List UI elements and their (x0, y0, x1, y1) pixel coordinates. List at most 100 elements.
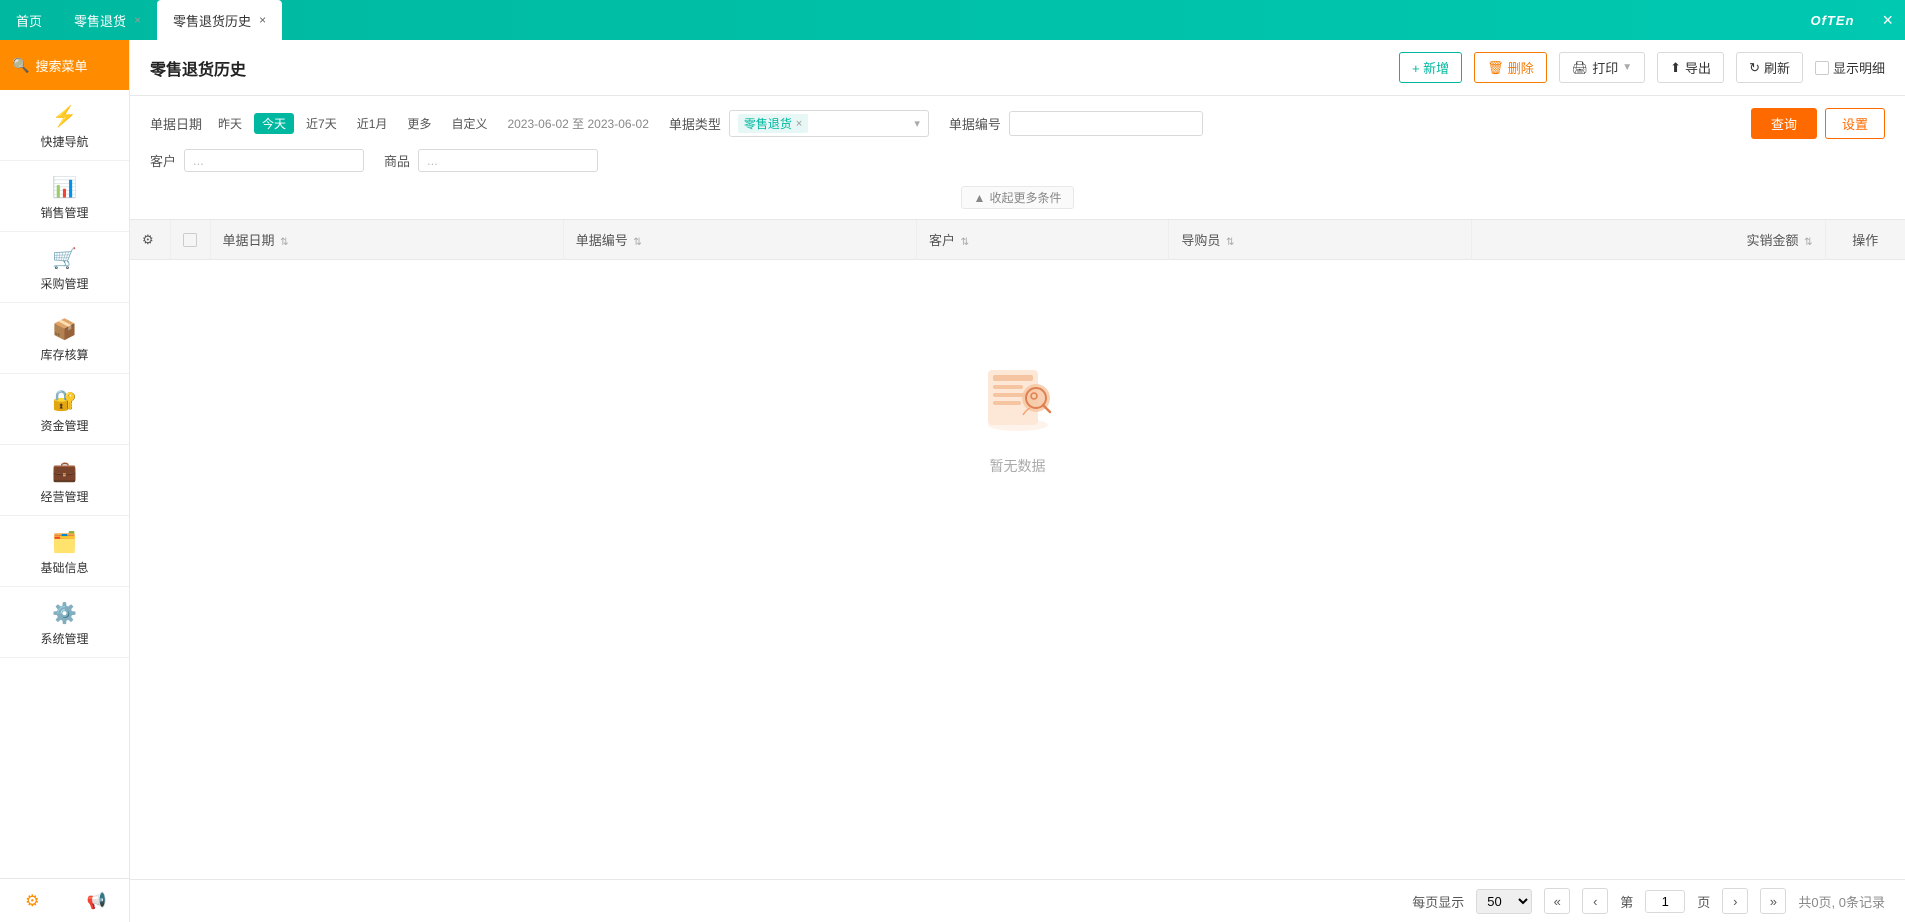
purchase-icon: 🛒 (52, 246, 77, 271)
th-checkbox[interactable] (170, 220, 210, 260)
filter-row-2: 客户 ... 商品 ... (150, 149, 1885, 172)
date-last7-button[interactable]: 近7天 (298, 113, 345, 134)
th-guide: 导购员 ⇅ (1169, 220, 1472, 260)
nav-icon: ⚡ (52, 104, 77, 129)
type-tag-remove[interactable]: × (796, 118, 802, 130)
empty-illustration (968, 340, 1068, 440)
date-sort-icon[interactable]: ⇅ (280, 237, 288, 248)
date-last-month-button[interactable]: 近1月 (349, 113, 396, 134)
th-amount: 实销金额 ⇅ (1472, 220, 1825, 260)
type-dropdown-arrow: ▾ (914, 117, 920, 130)
content-area: 零售退货历史 + 新增 🗑 删除 🖨 打印 ▼ ⬆ 导出 (130, 40, 1905, 922)
show-detail-checkbox[interactable] (1815, 61, 1829, 75)
customer-filter-input[interactable]: ... (184, 149, 364, 172)
sidebar-item-label: 基础信息 (40, 559, 88, 576)
date-filter-label: 单据日期 (150, 114, 202, 133)
date-range-display: 2023-06-02 至 2023-06-02 (507, 115, 648, 132)
sidebar-speaker-button[interactable]: 📢 (65, 879, 130, 922)
sidebar-item-quick-nav[interactable]: ⚡ 快捷导航 (0, 90, 129, 161)
first-page-button[interactable]: « (1544, 888, 1570, 914)
sidebar-item-inventory[interactable]: 📦 库存核算 (0, 303, 129, 374)
pagination-total: 共0页, 0条记录 (1798, 892, 1885, 911)
new-button[interactable]: + 新增 (1399, 52, 1462, 83)
table-header-row: ⚙ 单据日期 ⇅ 单据编号 ⇅ (130, 220, 1905, 260)
next-page-button[interactable]: › (1722, 888, 1748, 914)
page-number-input[interactable] (1645, 890, 1685, 913)
operation-icon: 💼 (52, 459, 77, 484)
sidebar-item-purchase[interactable]: 🛒 采购管理 (0, 232, 129, 303)
number-sort-icon[interactable]: ⇅ (633, 237, 641, 248)
empty-text: 暂无数据 (990, 456, 1046, 476)
goods-filter-input[interactable]: ... (418, 149, 598, 172)
type-tag-label: 零售退货 (744, 115, 792, 132)
goods-filter-group: 商品 ... (384, 149, 598, 172)
sidebar-settings-button[interactable]: ⚙ (0, 879, 65, 922)
refresh-button[interactable]: ↻ 刷新 (1736, 52, 1803, 83)
sidebar-item-basic[interactable]: 🗂️ 基础信息 (0, 516, 129, 587)
sidebar-search[interactable]: 搜索菜单 (0, 40, 129, 90)
customer-sort-icon[interactable]: ⇅ (961, 237, 969, 248)
type-tag-chip: 零售退货 × (738, 114, 808, 133)
doc-number-input[interactable] (1009, 111, 1203, 136)
sidebar-search-label: 搜索菜单 (35, 56, 87, 75)
page-size-label: 每页显示 (1412, 892, 1464, 911)
print-button[interactable]: 🖨 打印 ▼ (1559, 52, 1645, 83)
query-button[interactable]: 查询 (1751, 108, 1817, 139)
page-actions: + 新增 🗑 删除 🖨 打印 ▼ ⬆ 导出 ↻ 刷新 (1399, 52, 1885, 83)
prev-page-button[interactable]: ‹ (1582, 888, 1608, 914)
sidebar-item-system[interactable]: ⚙️ 系统管理 (0, 587, 129, 658)
collapse-label: 收起更多条件 (989, 189, 1061, 206)
sidebar-item-label: 资金管理 (40, 417, 88, 434)
finance-icon: 🔐 (52, 388, 77, 413)
customer-filter-group: 客户 ... (150, 149, 364, 172)
date-filter-group: 单据日期 昨天 今天 近7天 近1月 更多 自定义 2023-06-02 至 2… (150, 113, 649, 134)
collapse-button[interactable]: ▲ 收起更多条件 (961, 186, 1075, 209)
guide-sort-icon[interactable]: ⇅ (1226, 237, 1234, 248)
filter-settings-button[interactable]: 设置 (1825, 108, 1885, 139)
delete-button[interactable]: 🗑 删除 (1474, 52, 1547, 83)
page-unit: 页 (1697, 892, 1710, 911)
tab-home[interactable]: 首页 (0, 0, 58, 40)
tab-retail-return-history-close[interactable]: × (259, 13, 266, 27)
collapse-icon: ▲ (974, 191, 986, 205)
top-bar-right: OfTEn (1810, 13, 1870, 28)
th-settings[interactable]: ⚙ (130, 220, 170, 260)
date-more-button[interactable]: 更多 (399, 113, 439, 134)
inventory-icon: 📦 (52, 317, 77, 342)
page-size-select[interactable]: 10 20 50 100 (1476, 889, 1532, 914)
date-today-button[interactable]: 今天 (254, 113, 294, 134)
goods-filter-label: 商品 (384, 151, 410, 170)
tab-retail-return[interactable]: 零售退货 × (58, 0, 157, 40)
select-all-checkbox[interactable] (183, 233, 197, 247)
system-icon: ⚙️ (52, 601, 77, 626)
last-page-button[interactable]: » (1760, 888, 1786, 914)
type-filter-dropdown[interactable]: 零售退货 × ▾ (729, 110, 929, 137)
tab-retail-return-close[interactable]: × (134, 13, 141, 27)
sidebar-item-sales[interactable]: 📊 销售管理 (0, 161, 129, 232)
tab-retail-return-history[interactable]: 零售退货历史 × (157, 0, 282, 40)
basic-icon: 🗂️ (52, 530, 77, 555)
sidebar-item-label: 快捷导航 (40, 133, 88, 150)
sidebar-item-label: 销售管理 (40, 204, 88, 221)
date-yesterday-button[interactable]: 昨天 (210, 113, 250, 134)
sidebar-item-operation[interactable]: 💼 经营管理 (0, 445, 129, 516)
sidebar-item-finance[interactable]: 🔐 资金管理 (0, 374, 129, 445)
table-area: ⚙ 单据日期 ⇅ 单据编号 ⇅ (130, 220, 1905, 879)
show-detail-label[interactable]: 显示明细 (1815, 58, 1885, 77)
pagination-bar: 每页显示 10 20 50 100 « ‹ 第 页 › » 共0页, 0条记录 (130, 879, 1905, 922)
page-header: 零售退货历史 + 新增 🗑 删除 🖨 打印 ▼ ⬆ 导出 (130, 40, 1905, 96)
export-button[interactable]: ⬆ 导出 (1657, 52, 1724, 83)
data-table: ⚙ 单据日期 ⇅ 单据编号 ⇅ (130, 220, 1905, 556)
window-close-button[interactable]: × (1870, 10, 1905, 31)
date-custom-button[interactable]: 自定义 (443, 113, 495, 134)
doc-number-label: 单据编号 (949, 114, 1001, 133)
brand-label: OfTEn (1810, 13, 1854, 28)
collapse-bar: ▲ 收起更多条件 (150, 182, 1885, 211)
column-settings-icon[interactable]: ⚙ (142, 232, 154, 247)
filter-row-1: 单据日期 昨天 今天 近7天 近1月 更多 自定义 2023-06-02 至 2… (150, 108, 1885, 139)
type-filter-label: 单据类型 (669, 114, 721, 133)
th-customer: 客户 ⇅ (917, 220, 1169, 260)
sidebar: 搜索菜单 ⚡ 快捷导航 📊 销售管理 🛒 采购管理 📦 库存核算 🔐 资金管理 … (0, 40, 130, 922)
empty-state: 暂无数据 (130, 260, 1905, 556)
amount-sort-icon[interactable]: ⇅ (1804, 237, 1812, 248)
